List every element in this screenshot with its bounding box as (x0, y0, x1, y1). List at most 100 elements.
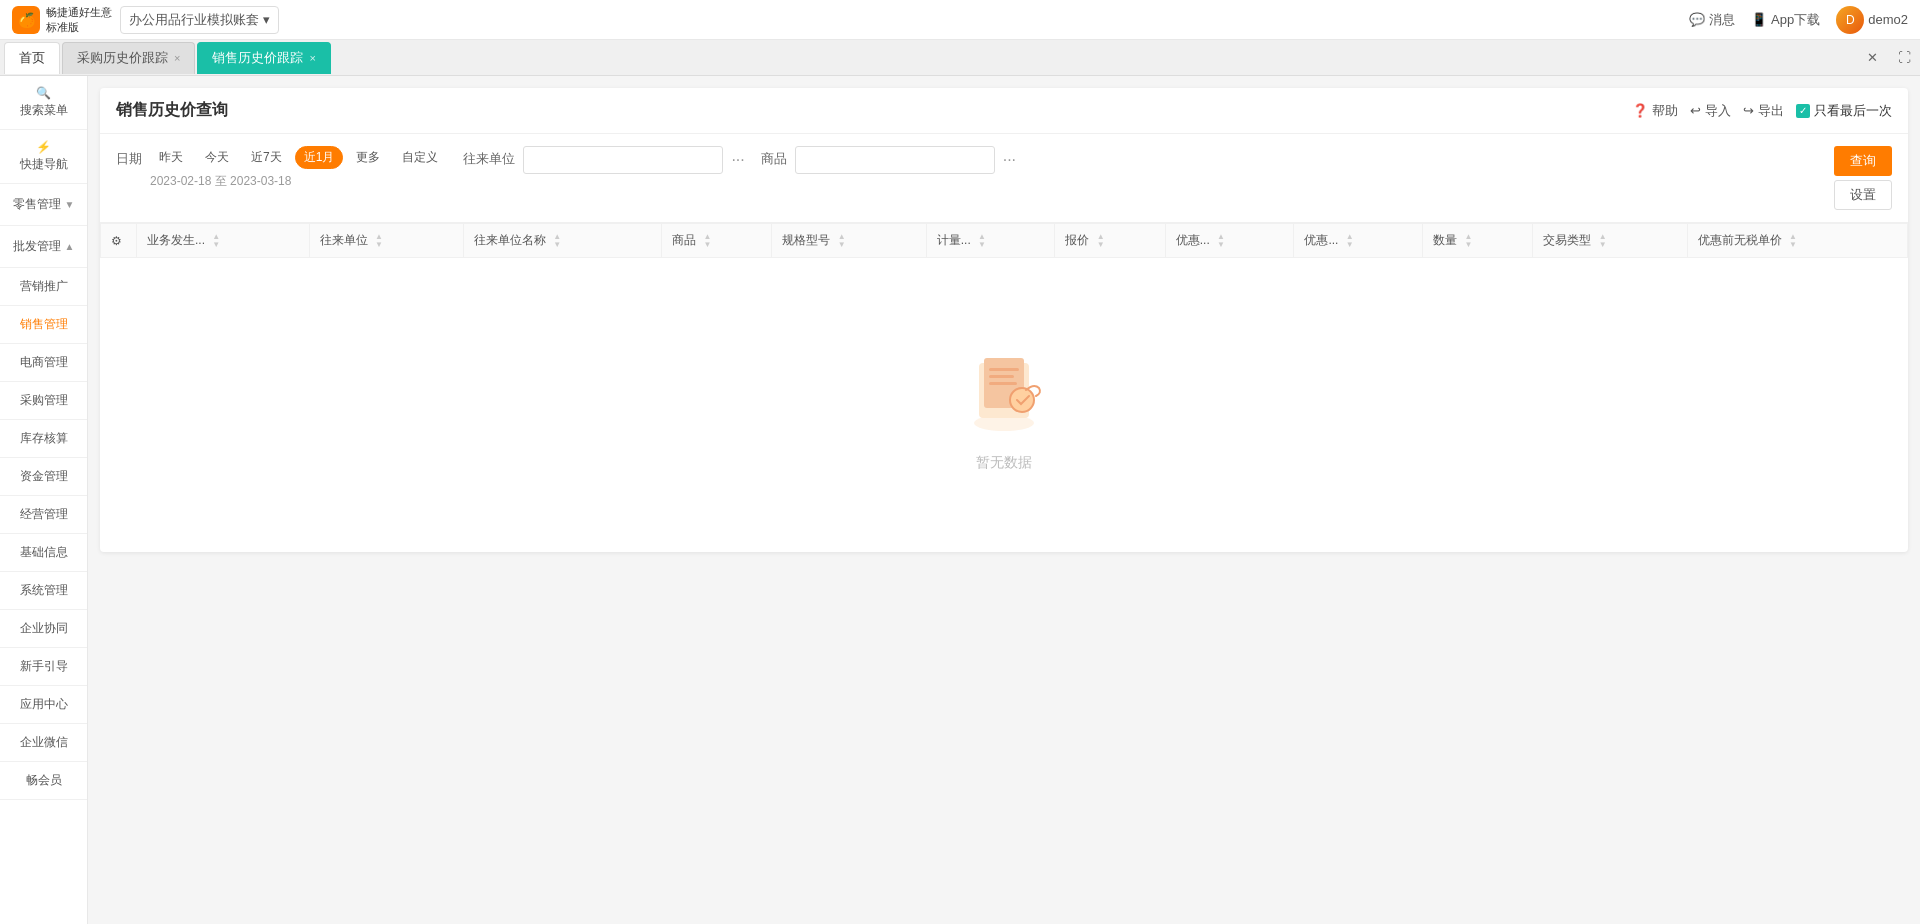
table-col-trade-type[interactable]: 交易类型 ▲▼ (1533, 224, 1687, 258)
search-menu-icon: 🔍 (36, 86, 51, 100)
sort-icon: ▲▼ (1097, 233, 1105, 249)
show-last-only-checkbox-area[interactable]: ✓ 只看最后一次 (1796, 102, 1892, 120)
sidebar-item-retail-mgmt[interactable]: 零售管理 ▼ (0, 184, 87, 226)
table-header-row: ⚙ 业务发生... ▲▼ 往来单位 ▲▼ 往来单位名称 ▲ (101, 224, 1908, 258)
import-icon: ↩ (1690, 103, 1701, 118)
partner-dots-icon[interactable]: ··· (731, 151, 744, 169)
sidebar-item-label: 电商管理 (20, 354, 68, 371)
page-card: 销售历史价查询 ❓ 帮助 ↩ 导入 ↪ 导出 ✓ (100, 88, 1908, 552)
table-col-partner-name[interactable]: 往来单位名称 ▲▼ (463, 224, 661, 258)
message-icon: 💬 (1689, 12, 1705, 27)
header-left: 🍊 畅捷通好生意 标准版 办公用品行业模拟账套 ▾ (12, 5, 279, 34)
sort-icon: ▲▼ (703, 233, 711, 249)
close-tabs-button[interactable]: ✕ (1860, 46, 1884, 70)
sidebar-item-marketing[interactable]: 营销推广 (0, 268, 87, 306)
goods-dots-icon[interactable]: ··· (1003, 151, 1016, 169)
sidebar-item-finance[interactable]: 资金管理 (0, 458, 87, 496)
question-icon: ❓ (1632, 103, 1648, 118)
date-btn-1month[interactable]: 近1月 (295, 146, 344, 169)
date-options: 昨天 今天 近7天 近1月 更多 自定义 2023-02-18 至 2023-0… (150, 146, 447, 190)
help-link[interactable]: ❓ 帮助 (1632, 102, 1678, 120)
sidebar-item-label: 畅会员 (26, 772, 62, 789)
user-action[interactable]: D demo2 (1836, 6, 1908, 34)
data-table: ⚙ 业务发生... ▲▼ 往来单位 ▲▼ 往来单位名称 ▲ (100, 223, 1908, 258)
sort-icon: ▲▼ (375, 233, 383, 249)
partner-input[interactable] (523, 146, 723, 174)
sidebar-item-purchase[interactable]: 采购管理 (0, 382, 87, 420)
table-col-settings[interactable]: ⚙ (101, 224, 137, 258)
app-download-action[interactable]: 📱 App下载 (1751, 11, 1820, 29)
sort-icon: ▲▼ (978, 233, 986, 249)
date-btn-custom[interactable]: 自定义 (393, 146, 447, 169)
goods-filter-group: 商品 ··· (761, 146, 1016, 174)
table-col-quantity[interactable]: 数量 ▲▼ (1423, 224, 1533, 258)
sidebar-item-wholesale-mgmt[interactable]: 批发管理 ▲ (0, 226, 87, 268)
message-action[interactable]: 💬 消息 (1689, 11, 1735, 29)
partner-filter-group: 往来单位 ··· (463, 146, 744, 174)
sidebar-item-member[interactable]: 畅会员 (0, 762, 87, 800)
date-buttons: 昨天 今天 近7天 近1月 更多 自定义 (150, 146, 447, 169)
date-btn-7days[interactable]: 近7天 (242, 146, 291, 169)
query-button[interactable]: 查询 (1834, 146, 1892, 176)
sidebar-item-inventory[interactable]: 库存核算 (0, 420, 87, 458)
sidebar-item-search-menu[interactable]: 🔍 搜索菜单 (0, 76, 87, 130)
date-btn-yesterday[interactable]: 昨天 (150, 146, 192, 169)
tab-purchase-history-label: 采购历史价跟踪 (77, 49, 168, 67)
export-icon: ↪ (1743, 103, 1754, 118)
sidebar-item-label: 零售管理 (13, 196, 61, 213)
filter-right-buttons: 查询 设置 (1834, 146, 1892, 210)
goods-input[interactable] (795, 146, 995, 174)
sidebar-item-enterprise-wechat[interactable]: 企业微信 (0, 724, 87, 762)
setting-button[interactable]: 设置 (1834, 180, 1892, 210)
chevron-down-icon: ▼ (65, 199, 75, 210)
app-selector[interactable]: 办公用品行业模拟账套 ▾ (120, 6, 279, 34)
avatar: D (1836, 6, 1864, 34)
tab-bar-actions: ✕ ⛶ (1860, 46, 1916, 70)
table-col-biz-date[interactable]: 业务发生... ▲▼ (137, 224, 310, 258)
sort-icon: ▲▼ (1346, 233, 1354, 249)
top-header: 🍊 畅捷通好生意 标准版 办公用品行业模拟账套 ▾ 💬 消息 📱 App下载 D… (0, 0, 1920, 40)
table-col-price[interactable]: 报价 ▲▼ (1055, 224, 1165, 258)
tab-sales-close-icon[interactable]: × (309, 53, 315, 64)
table-col-goods[interactable]: 商品 ▲▼ (662, 224, 772, 258)
table-col-spec[interactable]: 规格型号 ▲▼ (772, 224, 926, 258)
sidebar-item-basic-info[interactable]: 基础信息 (0, 534, 87, 572)
date-btn-today[interactable]: 今天 (196, 146, 238, 169)
table-col-partner-code[interactable]: 往来单位 ▲▼ (309, 224, 463, 258)
table-col-discount2[interactable]: 优惠... ▲▼ (1294, 224, 1423, 258)
logo-text: 畅捷通好生意 标准版 (46, 5, 112, 34)
tab-purchase-close-icon[interactable]: × (174, 52, 180, 64)
fullscreen-button[interactable]: ⛶ (1892, 46, 1916, 70)
table-col-discount1[interactable]: 优惠... ▲▼ (1165, 224, 1294, 258)
checked-icon: ✓ (1796, 104, 1810, 118)
sidebar-item-quick-nav[interactable]: ⚡ 快捷导航 (0, 130, 87, 184)
logo-area: 🍊 畅捷通好生意 标准版 (12, 5, 112, 34)
sidebar-item-label: 搜索菜单 (20, 102, 68, 119)
date-btn-more[interactable]: 更多 (347, 146, 389, 169)
tab-bar: 首页 采购历史价跟踪 × 销售历史价跟踪 × ✕ ⛶ (0, 40, 1920, 76)
tab-purchase-history[interactable]: 采购历史价跟踪 × (62, 42, 195, 74)
tab-sales-history-label: 销售历史价跟踪 (212, 49, 303, 67)
sidebar-item-label: 企业协同 (20, 620, 68, 637)
page-title: 销售历史价查询 (116, 100, 228, 121)
sidebar-item-new-guide[interactable]: 新手引导 (0, 648, 87, 686)
export-link[interactable]: ↪ 导出 (1743, 102, 1784, 120)
table-col-unit[interactable]: 计量... ▲▼ (926, 224, 1055, 258)
sidebar-item-enterprise-coop[interactable]: 企业协同 (0, 610, 87, 648)
sidebar-item-ecommerce[interactable]: 电商管理 (0, 344, 87, 382)
sidebar-item-operations[interactable]: 经营管理 (0, 496, 87, 534)
svg-rect-3 (989, 368, 1019, 371)
header-right: 💬 消息 📱 App下载 D demo2 (1689, 6, 1908, 34)
sidebar-item-sales-mgmt[interactable]: 销售管理 (0, 306, 87, 344)
quick-nav-icon: ⚡ (36, 140, 51, 154)
sidebar-item-label: 企业微信 (20, 734, 68, 751)
tab-sales-history[interactable]: 销售历史价跟踪 × (197, 42, 330, 74)
table-col-pre-tax-price[interactable]: 优惠前无税单价 ▲▼ (1687, 224, 1907, 258)
sidebar-item-system[interactable]: 系统管理 (0, 572, 87, 610)
svg-rect-5 (989, 382, 1017, 385)
sidebar-item-label: 库存核算 (20, 430, 68, 447)
import-link[interactable]: ↩ 导入 (1690, 102, 1731, 120)
sidebar-item-app-center[interactable]: 应用中心 (0, 686, 87, 724)
tab-home[interactable]: 首页 (4, 42, 60, 74)
sidebar-item-label: 系统管理 (20, 582, 68, 599)
